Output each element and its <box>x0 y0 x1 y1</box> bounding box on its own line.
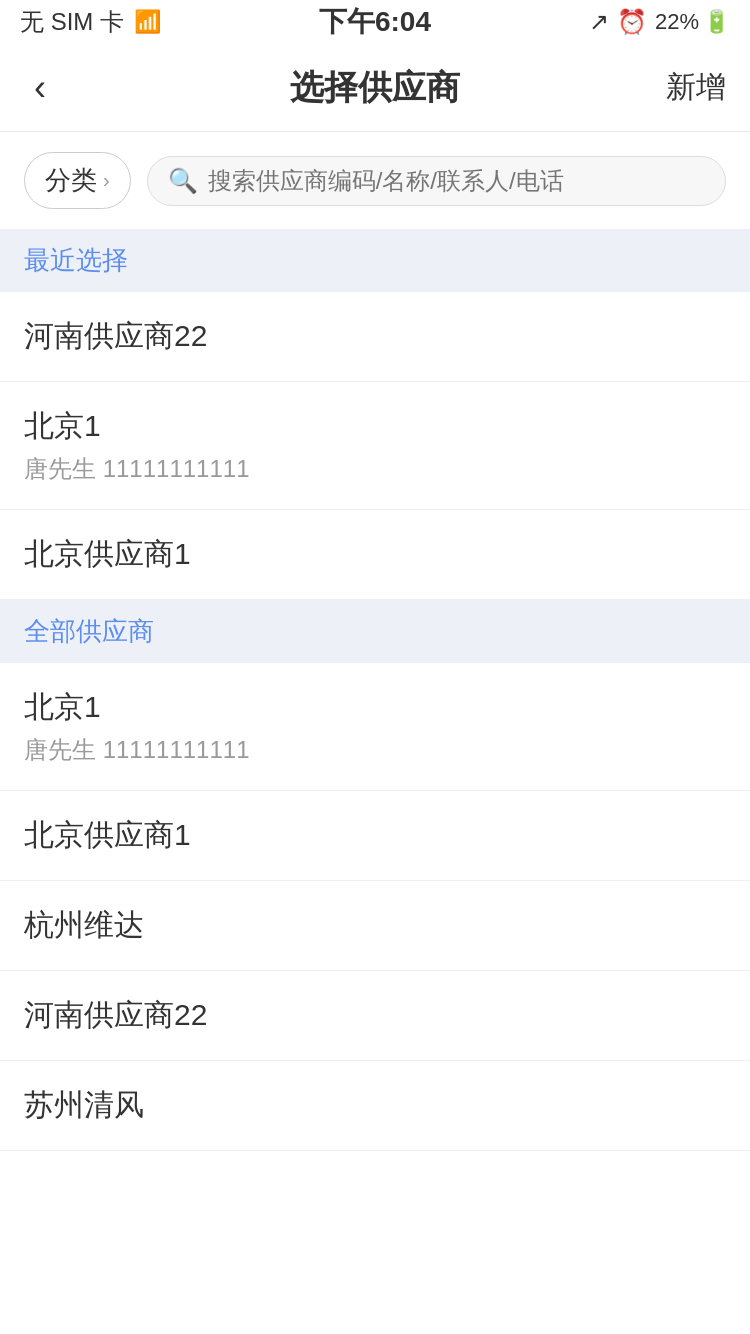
status-bar: 无 SIM 卡 📶 下午6:04 ↗ ⏰ 22% 🔋 <box>0 0 750 44</box>
item-name: 苏州清风 <box>24 1085 726 1126</box>
list-item[interactable]: 北京供应商1 <box>0 510 750 600</box>
status-time: 下午6:04 <box>319 3 431 41</box>
status-right: ↗ ⏰ 22% 🔋 <box>589 8 730 36</box>
list-item[interactable]: 河南供应商22 <box>0 292 750 382</box>
item-sub: 唐先生 11111111111 <box>24 734 726 766</box>
nav-bar: ‹ 选择供应商 新增 <box>0 44 750 132</box>
status-left: 无 SIM 卡 📶 <box>20 6 161 38</box>
recent-section-label: 最近选择 <box>24 245 128 275</box>
add-button[interactable]: 新增 <box>666 67 726 108</box>
all-section-label: 全部供应商 <box>24 616 154 646</box>
list-item[interactable]: 河南供应商22 <box>0 971 750 1061</box>
battery-indicator: 22% 🔋 <box>655 9 730 35</box>
battery-percent: 22% <box>655 9 699 35</box>
list-item[interactable]: 杭州维达 <box>0 881 750 971</box>
item-name: 杭州维达 <box>24 905 726 946</box>
wifi-icon: 📶 <box>134 9 161 35</box>
recent-section-header: 最近选择 <box>0 229 750 292</box>
item-name: 河南供应商22 <box>24 995 726 1036</box>
location-icon: ↗ <box>589 8 609 36</box>
all-section-header: 全部供应商 <box>0 600 750 663</box>
item-sub: 唐先生 11111111111 <box>24 453 726 485</box>
item-name: 北京1 <box>24 406 726 447</box>
item-name: 北京供应商1 <box>24 815 726 856</box>
page-title: 选择供应商 <box>290 65 460 111</box>
search-input[interactable] <box>208 167 705 195</box>
filter-bar: 分类 › 🔍 <box>0 132 750 229</box>
back-button[interactable]: ‹ <box>24 57 56 119</box>
category-button[interactable]: 分类 › <box>24 152 131 209</box>
list-item[interactable]: 北京1 唐先生 11111111111 <box>0 663 750 791</box>
search-icon: 🔍 <box>168 167 198 195</box>
list-item[interactable]: 苏州清风 <box>0 1061 750 1151</box>
battery-icon: 🔋 <box>703 9 730 35</box>
item-name: 北京1 <box>24 687 726 728</box>
list-item[interactable]: 北京1 唐先生 11111111111 <box>0 382 750 510</box>
item-name: 北京供应商1 <box>24 534 726 575</box>
chevron-right-icon: › <box>103 169 110 192</box>
recent-items-list: 河南供应商22 北京1 唐先生 11111111111 北京供应商1 <box>0 292 750 600</box>
item-name: 河南供应商22 <box>24 316 726 357</box>
list-item[interactable]: 北京供应商1 <box>0 791 750 881</box>
alarm-icon: ⏰ <box>617 8 647 36</box>
search-box[interactable]: 🔍 <box>147 156 726 206</box>
category-label: 分类 <box>45 163 97 198</box>
all-items-list: 北京1 唐先生 11111111111 北京供应商1 杭州维达河南供应商22 苏州清风 <box>0 663 750 1151</box>
sim-label: 无 SIM 卡 <box>20 6 124 38</box>
